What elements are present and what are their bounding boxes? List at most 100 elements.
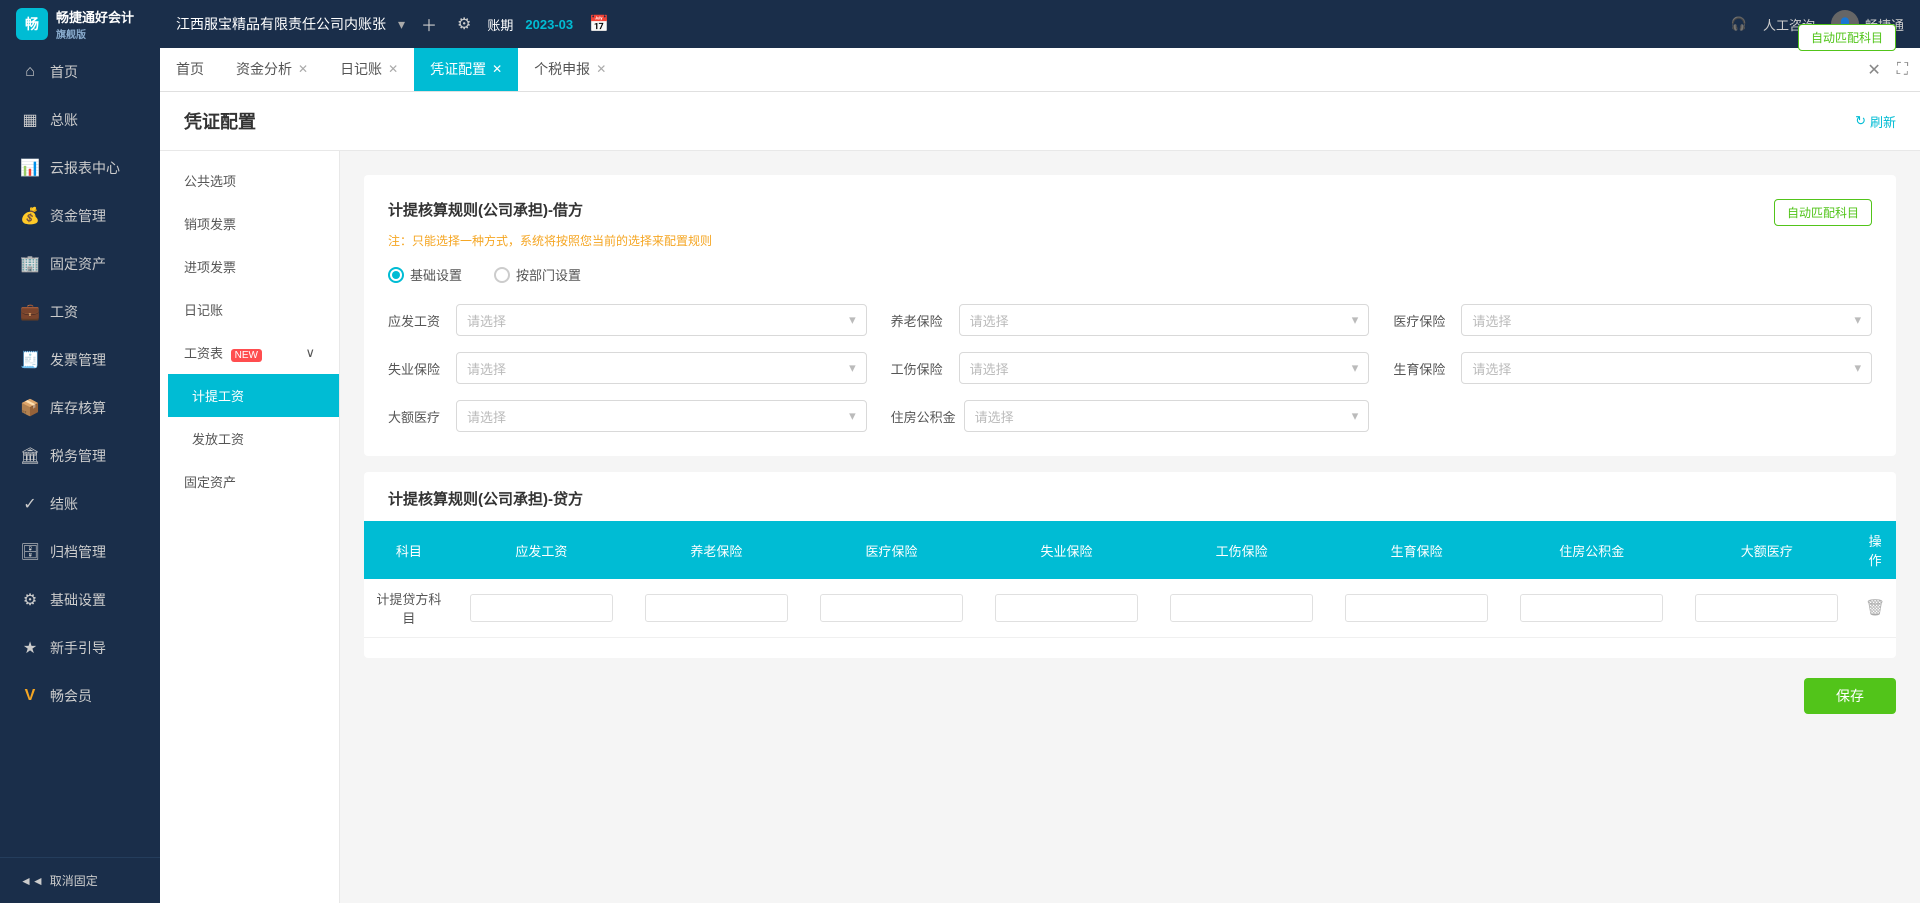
menu-fixed-assets[interactable]: 固定资产	[160, 460, 339, 503]
top-center: 江西服宝精品有限责任公司内账张 ▾ ＋ ⚙ 账期 2023-03 📅	[176, 8, 1731, 40]
sidebar-label-settle: 结账	[50, 494, 78, 514]
col-wage: 应发工资	[454, 521, 629, 579]
input-pension[interactable]	[645, 594, 788, 622]
expand-tab-icon[interactable]: ⛶	[1893, 57, 1912, 83]
tab-voucher[interactable]: 凭证配置 ✕	[414, 48, 518, 91]
cancel-pin-label: 取消固定	[50, 872, 98, 889]
menu-salary-table[interactable]: 工资表 NEW ∨	[160, 331, 339, 374]
input-birth[interactable]	[1345, 594, 1488, 622]
select-birth-arrow: ▾	[1854, 360, 1861, 376]
sidebar-label-guide: 新手引导	[50, 638, 106, 658]
cell-big-medical-input[interactable]	[1679, 579, 1854, 638]
sidebar-label-archive: 归档管理	[50, 542, 106, 562]
sidebar-item-invoice[interactable]: 🧾 发票管理	[0, 336, 160, 384]
select-birth[interactable]: 请选择 ▾	[1461, 352, 1872, 384]
add-button[interactable]: ＋	[417, 8, 441, 40]
radio-basic[interactable]: 基础设置	[388, 265, 462, 284]
tab-bar: 首页 资金分析 ✕ 日记账 ✕ 凭证配置 ✕ 个税申报 ✕ ✕ ⛶	[160, 48, 1920, 92]
menu-purchase[interactable]: 进项发票	[160, 245, 339, 288]
cell-housing-input[interactable]	[1504, 579, 1679, 638]
input-medical[interactable]	[820, 594, 963, 622]
sidebar-item-ledger[interactable]: ▦ 总账	[0, 96, 160, 144]
radio-dept[interactable]: 按部门设置	[494, 265, 581, 284]
sidebar-item-inventory[interactable]: 📦 库存核算	[0, 384, 160, 432]
menu-journal[interactable]: 日记账	[160, 288, 339, 331]
cell-unemploy-input[interactable]	[979, 579, 1154, 638]
sidebar-item-archive[interactable]: 🗄 归档管理	[0, 528, 160, 576]
close-tab-icon[interactable]: ✕	[1863, 56, 1884, 84]
debit-note: 注：只能选择一种方式，系统将按照您当前的选择来配置规则	[388, 232, 1872, 249]
settings-icon[interactable]: ⚙	[453, 10, 475, 38]
label-housing: 住房公积金	[891, 407, 956, 426]
col-injury: 工伤保险	[1154, 521, 1329, 579]
form-row-pension: 养老保险 请选择 ▾	[891, 304, 1370, 336]
sidebar-item-settle[interactable]: ✓ 结账	[0, 480, 160, 528]
select-medical[interactable]: 请选择 ▾	[1461, 304, 1872, 336]
select-wage-placeholder: 请选择	[467, 311, 506, 330]
form-row-medical: 医疗保险 请选择 ▾	[1393, 304, 1872, 336]
tab-journal[interactable]: 日记账 ✕	[324, 48, 414, 91]
input-injury[interactable]	[1170, 594, 1313, 622]
select-big-medical[interactable]: 请选择 ▾	[456, 400, 867, 432]
input-wage[interactable]	[470, 594, 613, 622]
credit-header-bar: 计提核算规则(公司承担)-贷方 自动匹配科目	[364, 472, 1896, 509]
tab-close-voucher[interactable]: ✕	[492, 62, 502, 76]
sidebar-label-member: 畅会员	[50, 686, 92, 706]
menu-sales[interactable]: 销项发票	[160, 202, 339, 245]
radio-group-debit: 基础设置 按部门设置	[388, 265, 1872, 284]
tab-close-capital[interactable]: ✕	[298, 62, 308, 76]
sidebar-item-guide[interactable]: ★ 新手引导	[0, 624, 160, 672]
cell-injury-input[interactable]	[1154, 579, 1329, 638]
pin-icon: ◄◄	[20, 874, 44, 888]
tab-close-tax[interactable]: ✕	[596, 62, 606, 76]
main-panel: 计提核算规则(公司承担)-借方 注：只能选择一种方式，系统将按照您当前的选择来配…	[340, 151, 1920, 903]
auto-match-debit-button[interactable]: 自动匹配科目	[1774, 199, 1872, 226]
form-row-injury: 工伤保险 请选择 ▾	[891, 352, 1370, 384]
form-row-wage: 应发工资 请选择 ▾	[388, 304, 867, 336]
page-header: 凭证配置 ↻ 刷新	[160, 92, 1920, 151]
sidebar-item-home[interactable]: ⌂ 首页	[0, 48, 160, 96]
calendar-icon[interactable]: 📅	[585, 10, 613, 38]
sidebar-label-salary: 工资	[50, 302, 78, 322]
tab-tax[interactable]: 个税申报 ✕	[518, 48, 622, 91]
col-big-medical: 大额医疗	[1679, 521, 1854, 579]
menu-pay-salary[interactable]: 发放工资	[168, 417, 339, 460]
sidebar-item-capital[interactable]: 💰 资金管理	[0, 192, 160, 240]
input-housing[interactable]	[1520, 594, 1663, 622]
guide-icon: ★	[20, 638, 40, 658]
cell-birth-input[interactable]	[1329, 579, 1504, 638]
label-wage: 应发工资	[388, 311, 448, 330]
cell-pension-input[interactable]	[629, 579, 804, 638]
save-button[interactable]: 保存	[1804, 678, 1896, 714]
select-injury[interactable]: 请选择 ▾	[959, 352, 1370, 384]
menu-calc-salary[interactable]: 计提工资	[168, 374, 339, 417]
select-unemploy[interactable]: 请选择 ▾	[456, 352, 867, 384]
tab-home[interactable]: 首页	[160, 48, 220, 91]
input-big-medical[interactable]	[1695, 594, 1838, 622]
tab-capital[interactable]: 资金分析 ✕	[220, 48, 324, 91]
cancel-pin-button[interactable]: ◄◄ 取消固定	[0, 857, 160, 903]
tab-close-journal[interactable]: ✕	[388, 62, 398, 76]
refresh-button[interactable]: ↻ 刷新	[1855, 112, 1896, 131]
sidebar-item-member[interactable]: V 畅会员	[0, 672, 160, 720]
select-pension-arrow: ▾	[1352, 312, 1359, 328]
sidebar-item-tax[interactable]: 🏛 税务管理	[0, 432, 160, 480]
sidebar-item-salary[interactable]: 💼 工资	[0, 288, 160, 336]
sidebar-item-assets[interactable]: 🏢 固定资产	[0, 240, 160, 288]
input-unemploy[interactable]	[995, 594, 1138, 622]
select-pension[interactable]: 请选择 ▾	[959, 304, 1370, 336]
delete-row-button[interactable]: 🗑	[1865, 600, 1885, 617]
select-wage[interactable]: 请选择 ▾	[456, 304, 867, 336]
sidebar-label-settings: 基础设置	[50, 590, 106, 610]
menu-common[interactable]: 公共选项	[160, 159, 339, 202]
cell-wage-input[interactable]	[454, 579, 629, 638]
select-housing[interactable]: 请选择 ▾	[964, 400, 1370, 432]
app-name: 畅捷通好会计	[56, 7, 134, 26]
cell-medical-input[interactable]	[804, 579, 979, 638]
debit-form-grid: 应发工资 请选择 ▾ 养老保险 请选择 ▾	[388, 304, 1872, 432]
company-dropdown-icon[interactable]: ▾	[398, 16, 405, 33]
sidebar-item-reports[interactable]: 📊 云报表中心	[0, 144, 160, 192]
sidebar-item-settings[interactable]: ⚙ 基础设置	[0, 576, 160, 624]
label-big-medical: 大额医疗	[388, 407, 448, 426]
label-injury: 工伤保险	[891, 359, 951, 378]
